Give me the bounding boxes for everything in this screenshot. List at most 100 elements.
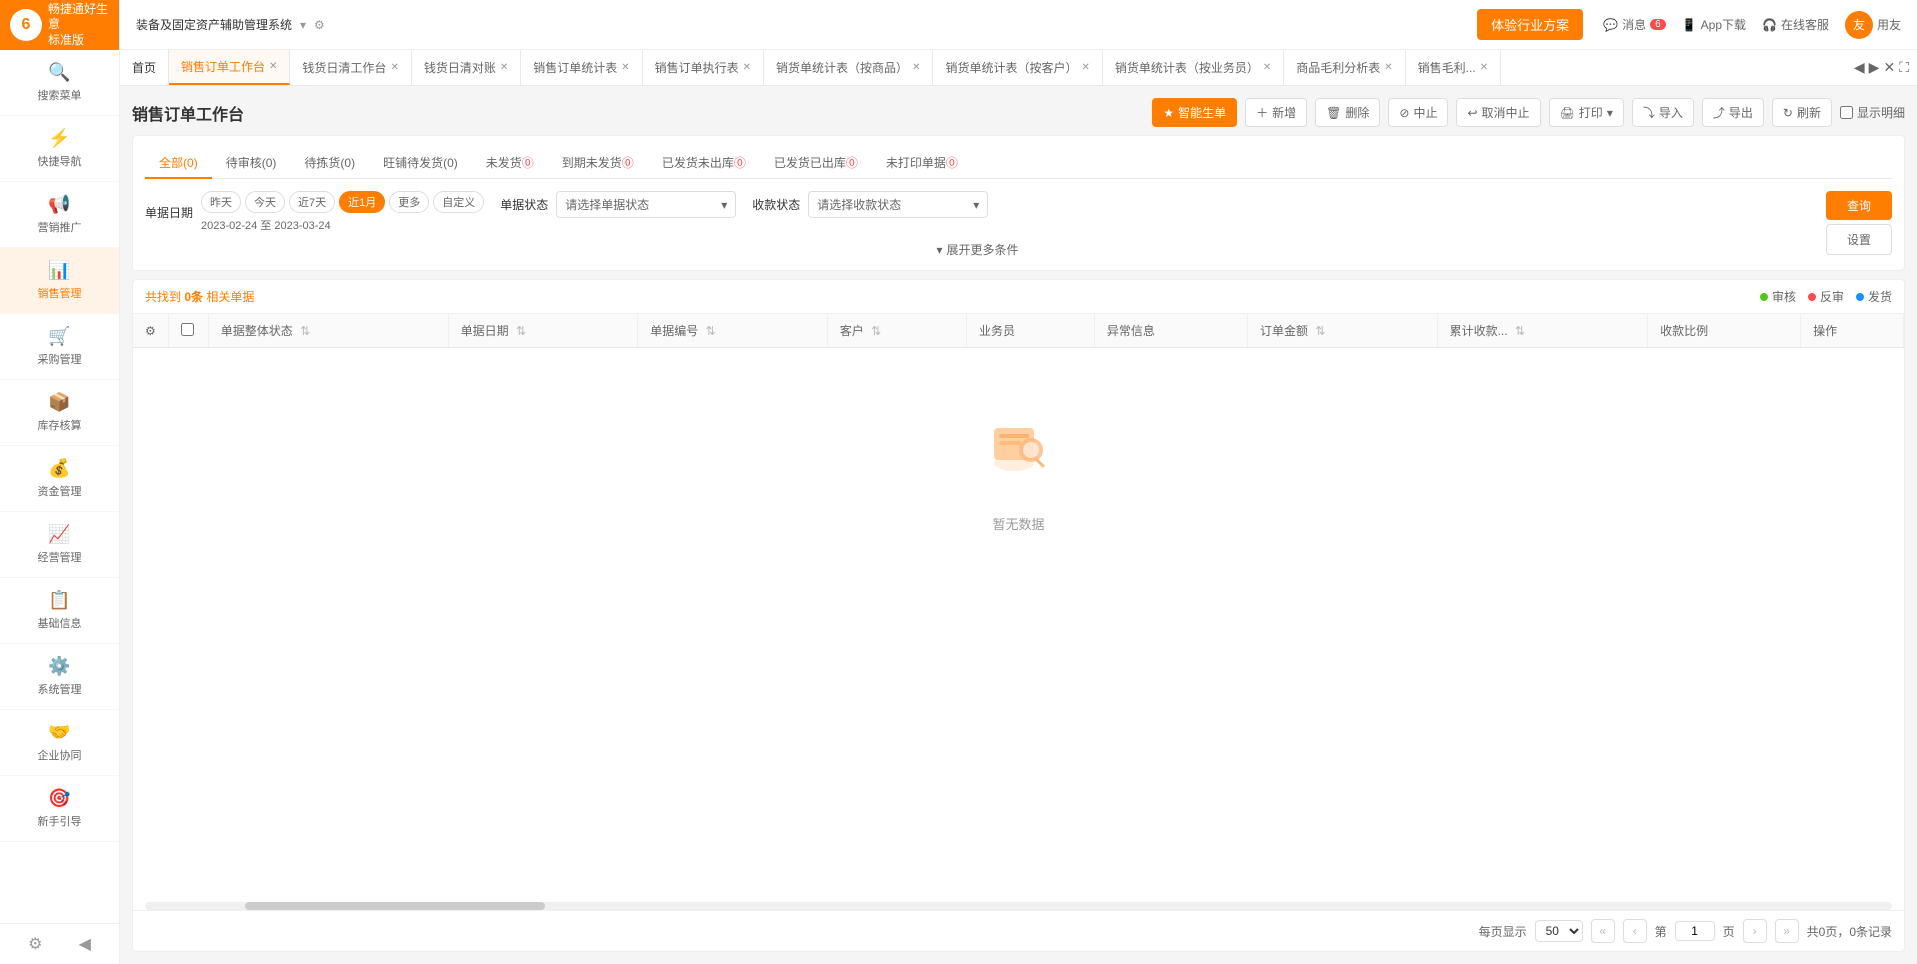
show-detail-checkbox-label[interactable]: 显示明细 xyxy=(1840,104,1905,121)
solution-button[interactable]: 体验行业方案 xyxy=(1477,9,1583,40)
sidebar-item-operation[interactable]: 📈 经营管理 xyxy=(0,512,119,578)
import-button[interactable]: ⤵ 导入 xyxy=(1632,98,1694,127)
sidebar-item-inventory[interactable]: 📦 库存核算 xyxy=(0,380,119,446)
add-button[interactable]: ＋ 新增 xyxy=(1245,98,1307,127)
set-button[interactable]: 设置 xyxy=(1826,224,1892,255)
close-icon[interactable]: ✕ xyxy=(743,62,751,73)
export-button[interactable]: ⤴ 导出 xyxy=(1702,98,1764,127)
sidebar-item-sales[interactable]: 📊 销售管理 xyxy=(0,248,119,314)
close-icon[interactable]: ✕ xyxy=(269,61,277,72)
close-icon[interactable]: ✕ xyxy=(1480,62,1488,73)
col-ratio-label: 收款比例 xyxy=(1660,324,1708,338)
date-pill-1month[interactable]: 近1月 xyxy=(339,191,385,213)
settings-bottom-btn[interactable]: ⚙ xyxy=(28,934,42,954)
page-input[interactable] xyxy=(1675,921,1715,941)
close-icon[interactable]: ✕ xyxy=(621,62,629,73)
sidebar-item-finance[interactable]: 💰 资金管理 xyxy=(0,446,119,512)
filter-tab-pending-inspect[interactable]: 待拣货(0) xyxy=(290,148,369,179)
tab-product-margin[interactable]: 商品毛利分析表 ✕ xyxy=(1284,50,1405,85)
filter-tab-wangpu[interactable]: 旺铺待发货(0) xyxy=(369,148,472,179)
tab-home[interactable]: 首页 xyxy=(120,50,169,85)
review-action-btn[interactable]: 审核 xyxy=(1760,288,1796,305)
prev-page-btn[interactable]: ‹ xyxy=(1623,919,1647,943)
delete-button[interactable]: 🗑 删除 xyxy=(1315,98,1380,127)
col-customer[interactable]: 客户 ⇅ xyxy=(827,314,966,348)
horizontal-scrollbar[interactable] xyxy=(145,902,1892,910)
tab-prev-btn[interactable]: ◀ xyxy=(1854,59,1865,76)
date-pill-more[interactable]: 更多 xyxy=(389,191,429,213)
stop-button[interactable]: ⊘ 中止 xyxy=(1388,98,1448,127)
next-page-btn[interactable]: › xyxy=(1743,919,1767,943)
filter-tab-shipped-out[interactable]: 已发货已出库⓪ xyxy=(760,148,872,179)
col-status[interactable]: 单据整体状态 ⇅ xyxy=(208,314,448,348)
query-button[interactable]: 查询 xyxy=(1826,191,1892,220)
user-action[interactable]: 友 用友 xyxy=(1845,11,1901,39)
tab-next-btn[interactable]: ▶ xyxy=(1869,59,1880,76)
sidebar-item-quicknav[interactable]: ⚡ 快捷导航 xyxy=(0,116,119,182)
close-icon[interactable]: ✕ xyxy=(1263,62,1271,73)
close-icon[interactable]: ✕ xyxy=(1384,62,1392,73)
tab-sales-exec[interactable]: 销售订单执行表 ✕ xyxy=(643,50,764,85)
tab-close-all-btn[interactable]: ✕ xyxy=(1883,59,1895,76)
tab-cash-daily[interactable]: 钱货日清工作台 ✕ xyxy=(290,50,411,85)
tab-sales-stats[interactable]: 销售订单统计表 ✕ xyxy=(521,50,642,85)
expand-conditions-btn[interactable]: ▾ 展开更多条件 xyxy=(145,241,1810,258)
refresh-button[interactable]: ↻ 刷新 xyxy=(1772,98,1832,127)
scrollbar-thumb[interactable] xyxy=(245,902,545,910)
tab-sales-summary-product[interactable]: 销货单统计表（按商品） ✕ xyxy=(764,50,933,85)
sidebar-item-system[interactable]: ⚙️ 系统管理 xyxy=(0,644,119,710)
filter-tab-wp-label: 旺铺待发货(0) xyxy=(383,156,458,170)
collapse-btn[interactable]: ◀ xyxy=(79,934,91,954)
payment-select[interactable]: 请选择收款状态 ▾ xyxy=(808,191,988,218)
ship-action-btn[interactable]: 发货 xyxy=(1856,288,1892,305)
date-pill-today[interactable]: 今天 xyxy=(245,191,285,213)
tab-sales-summary-staff[interactable]: 销货单统计表（按业务员） ✕ xyxy=(1103,50,1284,85)
sidebar-item-base[interactable]: 📋 基础信息 xyxy=(0,578,119,644)
date-pill-7days[interactable]: 近7天 xyxy=(289,191,335,213)
col-received[interactable]: 累计收款... ⇅ xyxy=(1437,314,1648,348)
col-amount[interactable]: 订单金额 ⇅ xyxy=(1248,314,1438,348)
tab-sales-more[interactable]: 销售毛利... ✕ xyxy=(1406,50,1501,85)
status-select[interactable]: 请选择单据状态 ▾ xyxy=(556,191,736,218)
gear-icon[interactable]: ⚙ xyxy=(314,18,325,32)
message-action[interactable]: 💬 消息 6 xyxy=(1603,16,1666,33)
col-number[interactable]: 单据编号 ⇅ xyxy=(638,314,828,348)
last-page-btn[interactable]: » xyxy=(1775,919,1799,943)
cancel-stop-button[interactable]: ↩ 取消中止 xyxy=(1456,98,1540,127)
print-dropdown-icon: ▾ xyxy=(1607,106,1613,120)
first-page-btn[interactable]: « xyxy=(1591,919,1615,943)
tab-sales-workbench[interactable]: 销售订单工作台 ✕ xyxy=(169,50,290,85)
col-date[interactable]: 单据日期 ⇅ xyxy=(448,314,638,348)
filter-tab-pending-review[interactable]: 待审核(0) xyxy=(212,148,291,179)
date-pill-yesterday[interactable]: 昨天 xyxy=(201,191,241,213)
anti-review-action-btn[interactable]: 反审 xyxy=(1808,288,1844,305)
sidebar-item-marketing[interactable]: 📢 营销推广 xyxy=(0,182,119,248)
tab-fullscreen-btn[interactable]: ⛶ xyxy=(1899,59,1909,76)
close-icon[interactable]: ✕ xyxy=(1081,62,1089,73)
sidebar-item-search[interactable]: 🔍 搜索菜单 xyxy=(0,50,119,116)
filter-tab-overdue[interactable]: 到期未发货⓪ xyxy=(548,148,648,179)
select-all-checkbox[interactable] xyxy=(181,323,194,336)
filter-tab-shipped-not-out[interactable]: 已发货未出库⓪ xyxy=(648,148,760,179)
close-icon[interactable]: ✕ xyxy=(500,62,508,73)
per-page-select[interactable]: 50 xyxy=(1535,920,1583,942)
show-detail-checkbox[interactable] xyxy=(1840,106,1853,119)
filter-tab-not-printed[interactable]: 未打印单据⓪ xyxy=(872,148,972,179)
tab-sales-summary-customer[interactable]: 销货单统计表（按客户） ✕ xyxy=(933,50,1102,85)
filter-tab-all[interactable]: 全部(0) xyxy=(145,148,212,179)
app-download-action[interactable]: 📱 App下载 xyxy=(1682,16,1746,33)
smart-create-button[interactable]: ★ 智能生单 xyxy=(1152,98,1237,127)
online-service-action[interactable]: 🎧 在线客服 xyxy=(1762,16,1829,33)
col-settings[interactable]: ⚙ xyxy=(133,314,168,348)
tab-cash-reconcile[interactable]: 钱货日清对账 ✕ xyxy=(412,50,521,85)
sidebar-item-purchase[interactable]: 🛒 采购管理 xyxy=(0,314,119,380)
print-button[interactable]: 🖨 打印 ▾ xyxy=(1549,98,1624,127)
filter-tab-not-shipped[interactable]: 未发货⓪ xyxy=(472,148,548,179)
sidebar-item-enterprise[interactable]: 🤝 企业协同 xyxy=(0,710,119,776)
date-pill-custom[interactable]: 自定义 xyxy=(433,191,484,213)
close-icon[interactable]: ✕ xyxy=(390,62,398,73)
sidebar-item-newbie[interactable]: 🎯 新手引导 xyxy=(0,776,119,842)
quicknav-icon: ⚡ xyxy=(48,128,70,149)
close-icon[interactable]: ✕ xyxy=(912,62,920,73)
dropdown-arrow[interactable]: ▾ xyxy=(300,18,306,32)
